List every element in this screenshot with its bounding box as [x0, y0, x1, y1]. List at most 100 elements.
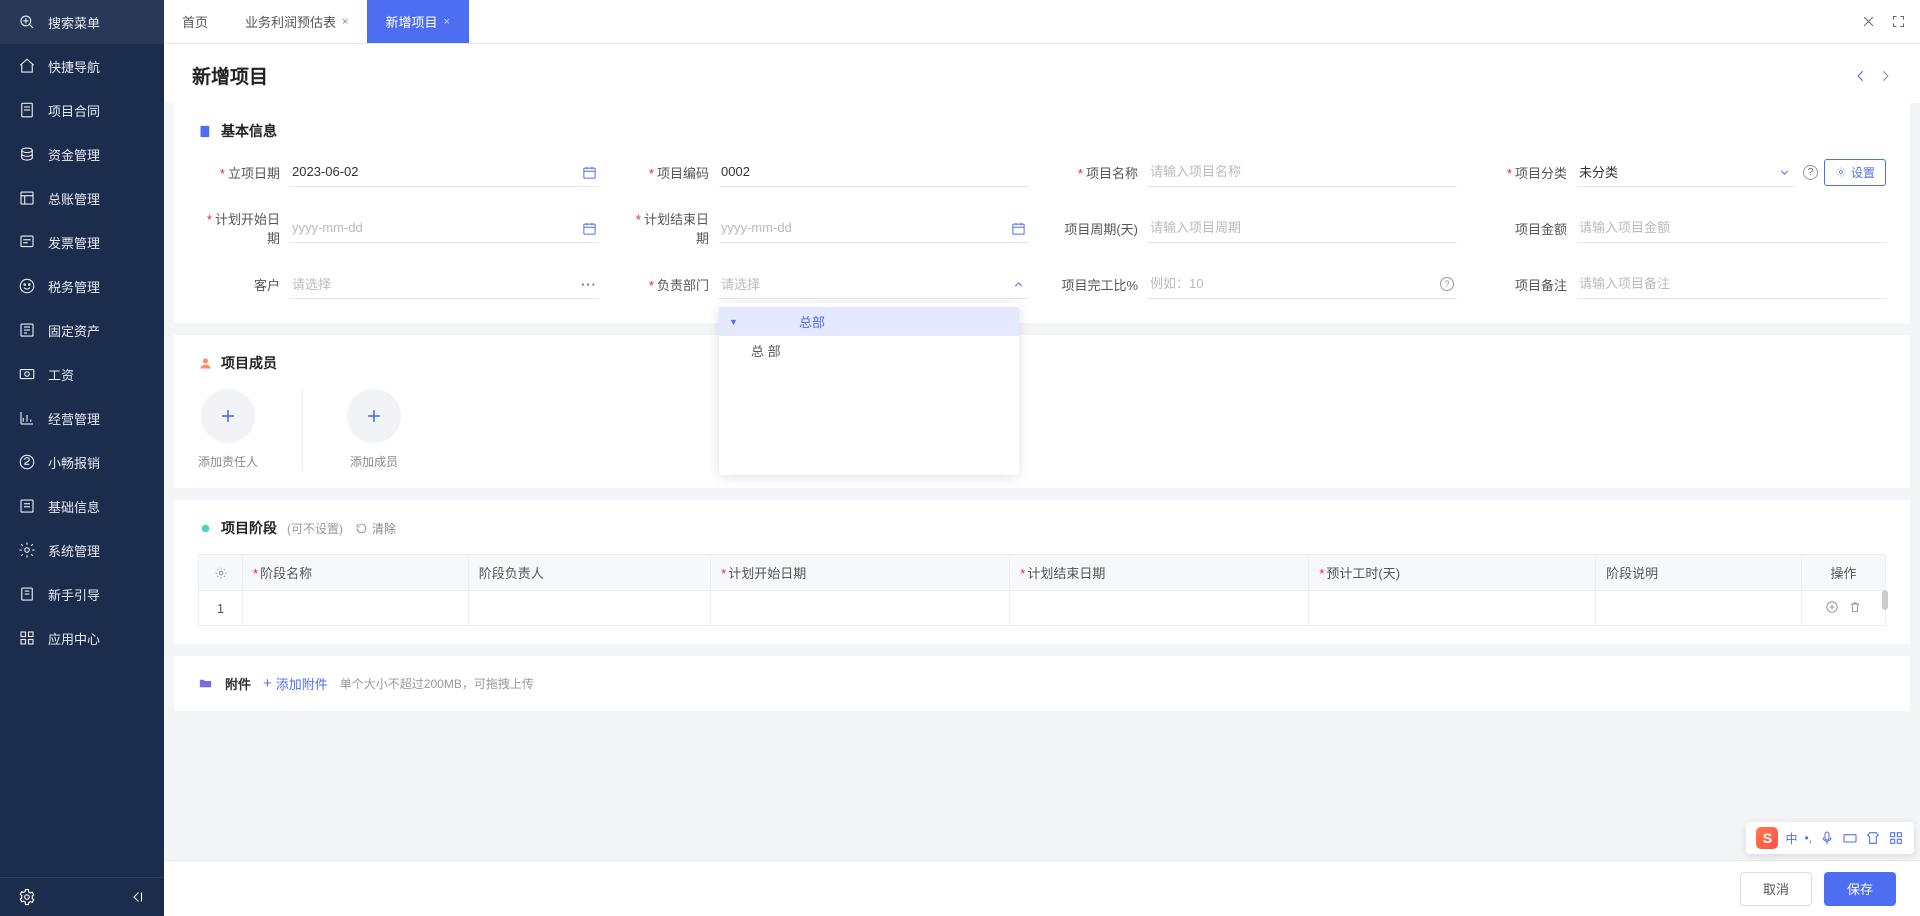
cancel-button[interactable]: 取消: [1740, 872, 1812, 906]
help-icon[interactable]: ?: [1803, 165, 1818, 180]
sidebar-item-business[interactable]: 经营管理: [0, 396, 164, 440]
coins-icon: [18, 145, 36, 163]
col-op: 操作: [1802, 555, 1886, 591]
sidebar-item-system[interactable]: 系统管理: [0, 528, 164, 572]
section-title-text: 项目成员: [221, 353, 277, 373]
category-select[interactable]: 未分类: [1577, 157, 1795, 187]
customer-select[interactable]: 请选择: [290, 269, 599, 299]
add-owner: 添加责任人: [198, 389, 258, 470]
calendar-icon[interactable]: [581, 164, 597, 180]
name-input[interactable]: [1148, 157, 1457, 187]
period-input[interactable]: [1148, 213, 1457, 243]
panel-members: 项目成员 添加责任人 添加成员: [174, 335, 1910, 488]
col-owner: 阶段负责人: [468, 555, 710, 591]
chevron-up-icon[interactable]: [1010, 276, 1026, 292]
establish-date-input[interactable]: [290, 157, 599, 187]
tab-label: 首页: [182, 12, 208, 31]
row-index: 1: [199, 591, 243, 626]
field-establish-date: *立项日期: [198, 157, 599, 187]
collapse-icon[interactable]: [128, 888, 146, 906]
sidebar-search-label: 搜索菜单: [48, 13, 100, 32]
prev-record-button[interactable]: [1854, 69, 1868, 83]
sidebar-item-label: 发票管理: [48, 233, 100, 252]
tab-home[interactable]: 首页: [164, 0, 227, 43]
col-gear[interactable]: [199, 555, 243, 591]
ime-toolbar[interactable]: S 中 •,: [1746, 822, 1914, 854]
sidebar-item-appcenter[interactable]: 应用中心: [0, 616, 164, 660]
add-row-icon[interactable]: [1824, 599, 1840, 615]
attachment-hint: 单个大小不超过200MB，可拖拽上传: [340, 675, 534, 692]
tab-new-project[interactable]: 新增项目 ×: [367, 0, 468, 43]
section-subtitle: (可不设置): [287, 520, 343, 537]
sidebar-item-invoice[interactable]: 发票管理: [0, 220, 164, 264]
sidebar-item-quicknav[interactable]: 快捷导航: [0, 44, 164, 88]
dropdown-node-child[interactable]: 总 部: [719, 336, 1019, 365]
salary-icon: [18, 365, 36, 383]
next-record-button[interactable]: [1878, 69, 1892, 83]
add-owner-button[interactable]: [201, 389, 255, 443]
close-icon[interactable]: ×: [342, 16, 348, 28]
sidebar-item-label: 系统管理: [48, 541, 100, 560]
code-input[interactable]: [719, 157, 1028, 187]
more-icon[interactable]: ···: [581, 276, 597, 292]
sidebar-item-label: 基础信息: [48, 497, 100, 516]
category-settings-button[interactable]: 设置: [1824, 159, 1886, 186]
sidebar-item-assets[interactable]: 固定资产: [0, 308, 164, 352]
dropdown-node-root[interactable]: ▼ 总部: [719, 307, 1019, 336]
plan-end-input[interactable]: [719, 213, 1028, 243]
delete-row-icon[interactable]: [1847, 599, 1863, 615]
fullscreen-icon[interactable]: [1890, 14, 1906, 30]
chart-icon: [18, 409, 36, 427]
department-select[interactable]: 请选择: [719, 269, 1028, 299]
sidebar: 搜索菜单 快捷导航 项目合同 资金管理 总账管理 发票管理 税务管理 固定资产: [0, 0, 164, 916]
sidebar-item-tax[interactable]: 税务管理: [0, 264, 164, 308]
sidebar-item-funds[interactable]: 资金管理: [0, 132, 164, 176]
plan-start-input[interactable]: [290, 213, 599, 243]
ime-keyboard-icon[interactable]: [1842, 830, 1858, 846]
cell-plan-end[interactable]: [1010, 591, 1309, 626]
tab-profit-report[interactable]: 业务利润预估表×: [227, 0, 367, 43]
sidebar-item-label: 固定资产: [48, 321, 100, 340]
chevron-down-icon[interactable]: [1777, 164, 1793, 180]
page-header: 新增项目: [164, 44, 1920, 103]
sidebar-item-baseinfo[interactable]: 基础信息: [0, 484, 164, 528]
cell-plan-start[interactable]: [711, 591, 1010, 626]
expand-icon[interactable]: ▼: [729, 317, 739, 327]
ime-lang[interactable]: 中: [1785, 830, 1797, 847]
cell-owner[interactable]: [468, 591, 710, 626]
tab-label: 新增项目: [385, 12, 437, 31]
sidebar-search[interactable]: 搜索菜单: [0, 0, 164, 44]
sidebar-item-contract[interactable]: 项目合同: [0, 88, 164, 132]
divider: [302, 389, 303, 470]
add-member: 添加成员: [347, 389, 401, 470]
assets-icon: [18, 321, 36, 339]
calendar-icon[interactable]: [581, 220, 597, 236]
sidebar-item-ledger[interactable]: 总账管理: [0, 176, 164, 220]
add-member-button[interactable]: [347, 389, 401, 443]
close-icon[interactable]: ×: [443, 16, 449, 28]
sidebar-item-reimburse[interactable]: 小畅报销: [0, 440, 164, 484]
add-attachment-button[interactable]: +添加附件: [263, 674, 328, 693]
ime-toolbox-icon[interactable]: [1888, 830, 1904, 846]
amount-input[interactable]: [1577, 213, 1886, 243]
settings-icon[interactable]: [18, 888, 36, 906]
sidebar-item-label: 项目合同: [48, 101, 100, 120]
help-icon[interactable]: ?: [1439, 276, 1455, 292]
calendar-icon[interactable]: [1010, 220, 1026, 236]
sidebar-item-salary[interactable]: 工资: [0, 352, 164, 396]
close-all-icon[interactable]: [1860, 14, 1876, 30]
table-row[interactable]: 1: [199, 591, 1886, 626]
table-scrollbar[interactable]: [1882, 590, 1888, 610]
clear-stages-button[interactable]: 清除: [355, 520, 396, 537]
ime-mic-icon[interactable]: [1819, 830, 1835, 846]
ime-skin-icon[interactable]: [1865, 830, 1881, 846]
section-icon: [198, 521, 213, 536]
ime-punct-icon[interactable]: •,: [1804, 831, 1812, 845]
cell-hours[interactable]: [1309, 591, 1596, 626]
sidebar-item-guide[interactable]: 新手引导: [0, 572, 164, 616]
save-button[interactable]: 保存: [1824, 872, 1896, 906]
completion-input[interactable]: [1148, 269, 1457, 299]
cell-desc[interactable]: [1596, 591, 1802, 626]
cell-name[interactable]: [243, 591, 469, 626]
remark-input[interactable]: [1577, 269, 1886, 299]
